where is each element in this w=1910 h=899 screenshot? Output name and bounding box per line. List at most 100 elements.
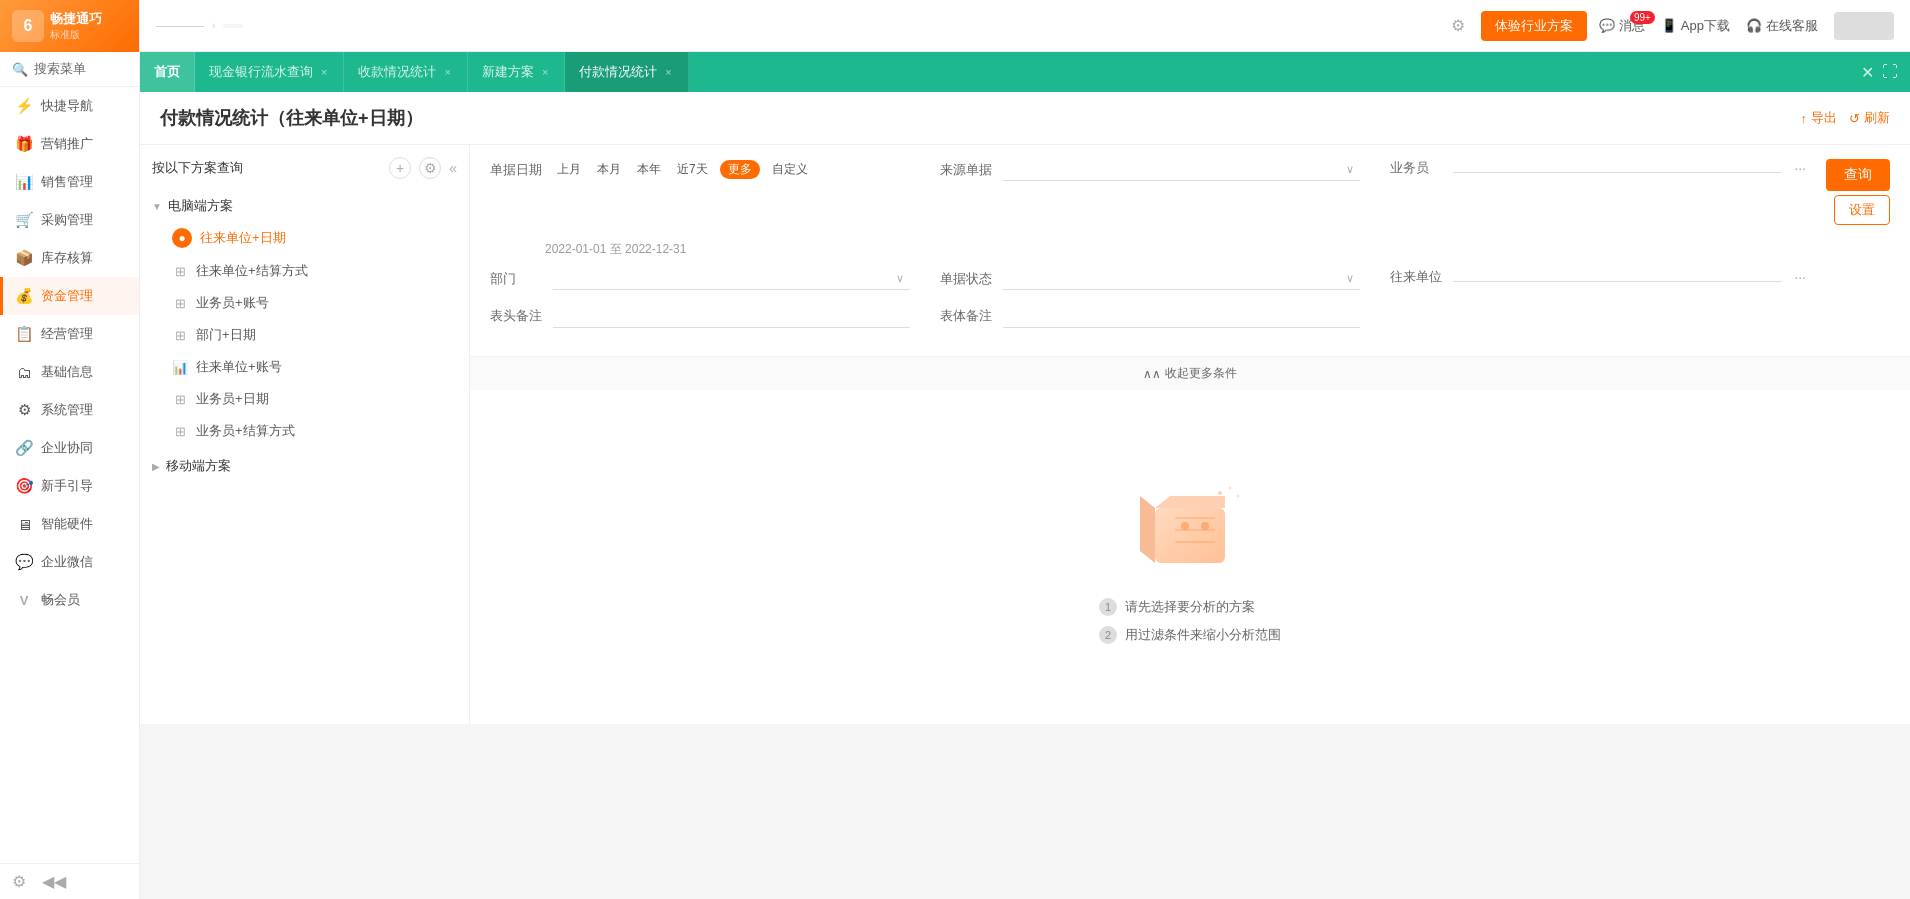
date-this-month[interactable]: 本月 xyxy=(593,159,625,180)
query-button[interactable]: 查询 xyxy=(1826,159,1890,191)
filter-partner-select[interactable] xyxy=(1453,273,1782,282)
filter-date-item: 单据日期 上月 本月 本年 近7天 更多 自定义 xyxy=(490,159,910,180)
mobile-icon: 📱 xyxy=(1661,18,1677,33)
sidebar-item-finance[interactable]: 💰 资金管理 xyxy=(0,277,139,315)
schema-table-icon-5: ⊞ xyxy=(172,391,188,407)
schema-item-4[interactable]: 📊 往来单位+账号 xyxy=(140,351,469,383)
filter-salesperson-item: 业务员 ··· xyxy=(1390,159,1810,177)
tab-expand-icon[interactable]: ⛶ xyxy=(1882,63,1898,81)
tab-receipt-close[interactable]: × xyxy=(442,65,452,79)
filter-body-note-item: 表体备注 xyxy=(940,304,1360,328)
tab-close-all-icon[interactable]: ✕ xyxy=(1861,63,1874,82)
folder-icon: 🗂 xyxy=(15,363,33,381)
schema-item-3[interactable]: ⊞ 部门+日期 xyxy=(140,319,469,351)
add-schema-button[interactable]: + xyxy=(389,157,411,179)
schema-item-5-label: 业务员+日期 xyxy=(196,390,269,408)
trial-button[interactable]: 体验行业方案 xyxy=(1481,11,1587,41)
tab-cash[interactable]: 现金银行流水查询 × xyxy=(195,52,344,92)
tab-new-plan[interactable]: 新建方案 × xyxy=(468,52,565,92)
date-this-year[interactable]: 本年 xyxy=(633,159,665,180)
schema-table-icon-2: ⊞ xyxy=(172,295,188,311)
date-last-month[interactable]: 上月 xyxy=(553,159,585,180)
schema-item-0-label: 往来单位+日期 xyxy=(200,229,286,247)
schema-item-0[interactable]: ● 往来单位+日期 xyxy=(140,221,469,255)
schema-settings-button[interactable]: ⚙ xyxy=(419,157,441,179)
service-label: 在线客服 xyxy=(1766,17,1818,35)
date-more[interactable]: 更多 xyxy=(720,160,760,179)
filter-source-select[interactable]: ∨ xyxy=(1003,159,1360,181)
date-7days[interactable]: 近7天 xyxy=(673,159,712,180)
schema-settings-icon: ⚙ xyxy=(424,160,437,176)
sidebar-item-hardware[interactable]: 🖥 智能硬件 xyxy=(0,505,139,543)
sidebar-item-system[interactable]: ⚙ 系统管理 xyxy=(0,391,139,429)
sidebar-search-menu[interactable]: 🔍 搜索菜单 xyxy=(0,52,139,87)
breadcrumb-module xyxy=(223,24,243,28)
sidebar-item-purchase-label: 采购管理 xyxy=(41,211,93,229)
sidebar-item-marketing-label: 营销推广 xyxy=(41,135,93,153)
filter-source-label: 来源单据 xyxy=(940,161,995,179)
user-avatar[interactable] xyxy=(1834,12,1894,40)
salesperson-dots[interactable]: ··· xyxy=(1790,160,1810,176)
sidebar-item-marketing[interactable]: 🎁 营销推广 xyxy=(0,125,139,163)
schema-item-1[interactable]: ⊞ 往来单位+结算方式 xyxy=(140,255,469,287)
collapse-sidebar-icon[interactable]: ◀◀ xyxy=(42,872,66,891)
tab-cash-label: 现金银行流水查询 xyxy=(209,63,313,81)
filter-salesperson-select[interactable] xyxy=(1453,164,1782,173)
schema-item-4-label: 往来单位+账号 xyxy=(196,358,282,376)
search-icon: 🔍 xyxy=(12,62,28,77)
schema-item-2[interactable]: ⊞ 业务员+账号 xyxy=(140,287,469,319)
clipboard-icon: 📋 xyxy=(15,325,33,343)
tab-new-plan-close[interactable]: × xyxy=(540,65,550,79)
tab-home[interactable]: 首页 xyxy=(140,52,195,92)
left-panel-collapse-button[interactable]: « xyxy=(449,160,457,176)
collapse-more-button[interactable]: ∧∧ 收起更多条件 xyxy=(470,356,1910,390)
refresh-button[interactable]: ↺ 刷新 xyxy=(1849,109,1890,127)
sidebar-item-purchase[interactable]: 🛒 采购管理 xyxy=(0,201,139,239)
sidebar-item-inventory[interactable]: 📦 库存核算 xyxy=(0,239,139,277)
sidebar-menu: ⚡ 快捷导航 🎁 营销推广 📊 销售管理 🛒 采购管理 📦 库存核算 💰 资金管… xyxy=(0,87,139,863)
tabbar: 首页 现金银行流水查询 × 收款情况统计 × 新建方案 × 付款情况统计 × ✕… xyxy=(140,52,1910,92)
filter-body-note-input[interactable] xyxy=(1003,304,1360,328)
filter-settings-button[interactable]: 设置 xyxy=(1834,195,1890,225)
schema-item-6[interactable]: ⊞ 业务员+结算方式 xyxy=(140,415,469,447)
schema-item-5[interactable]: ⊞ 业务员+日期 xyxy=(140,383,469,415)
export-button[interactable]: ↑ 导出 xyxy=(1801,109,1838,127)
filter-docstatus-select[interactable]: ∨ xyxy=(1003,268,1360,290)
desktop-group-header[interactable]: ▼ 电脑端方案 xyxy=(140,191,469,221)
app-download-button[interactable]: 📱 App下载 xyxy=(1661,17,1730,35)
filter-partner-label: 往来单位 xyxy=(1390,268,1445,286)
right-filter-actions: 查询 设置 xyxy=(1810,159,1890,225)
tabbar-actions: ✕ ⛶ xyxy=(1861,63,1910,82)
empty-hint-2: 2 用过滤条件来缩小分析范围 xyxy=(1099,626,1281,644)
tab-payment[interactable]: 付款情况统计 × xyxy=(565,52,688,92)
sidebar-item-guide[interactable]: 🎯 新手引导 xyxy=(0,467,139,505)
partner-dots[interactable]: ··· xyxy=(1790,269,1810,285)
sidebar-item-wechat[interactable]: 💬 企业微信 xyxy=(0,543,139,581)
date-custom[interactable]: 自定义 xyxy=(768,159,812,180)
tab-payment-close[interactable]: × xyxy=(663,65,673,79)
sidebar-item-collab[interactable]: 🔗 企业协同 xyxy=(0,429,139,467)
filter-docstatus-label: 单据状态 xyxy=(940,270,995,288)
sidebar-item-nav[interactable]: ⚡ 快捷导航 xyxy=(0,87,139,125)
date-range-text: 2022-01-01 至 2022-12-31 xyxy=(545,241,686,258)
message-icon: 💬 xyxy=(1599,18,1615,33)
schema-table-icon-6: ⊞ xyxy=(172,423,188,439)
sidebar-item-operations[interactable]: 📋 经营管理 xyxy=(0,315,139,353)
sidebar-item-basic-label: 基础信息 xyxy=(41,363,93,381)
tab-receipt[interactable]: 收款情况统计 × xyxy=(344,52,467,92)
collapse-up-arrow: ∧∧ xyxy=(1143,367,1161,381)
sidebar-item-member[interactable]: V 畅会员 xyxy=(0,581,139,619)
logo-title: 畅捷通巧 xyxy=(50,10,102,28)
cart-icon: 🛒 xyxy=(15,211,33,229)
mobile-group-header[interactable]: ▶ 移动端方案 xyxy=(140,451,469,481)
sidebar-item-basic[interactable]: 🗂 基础信息 xyxy=(0,353,139,391)
message-button[interactable]: 💬 消息 99+ xyxy=(1599,17,1645,35)
topbar-settings-icon[interactable]: ⚙ xyxy=(1447,12,1469,39)
filter-dept-select[interactable]: ∨ xyxy=(553,268,910,290)
settings-footer-icon[interactable]: ⚙ xyxy=(12,872,26,891)
filter-header-note-input[interactable] xyxy=(553,304,910,328)
box-icon: 📦 xyxy=(15,249,33,267)
sidebar-item-sales[interactable]: 📊 销售管理 xyxy=(0,163,139,201)
tab-cash-close[interactable]: × xyxy=(319,65,329,79)
online-service-button[interactable]: 🎧 在线客服 xyxy=(1746,17,1818,35)
